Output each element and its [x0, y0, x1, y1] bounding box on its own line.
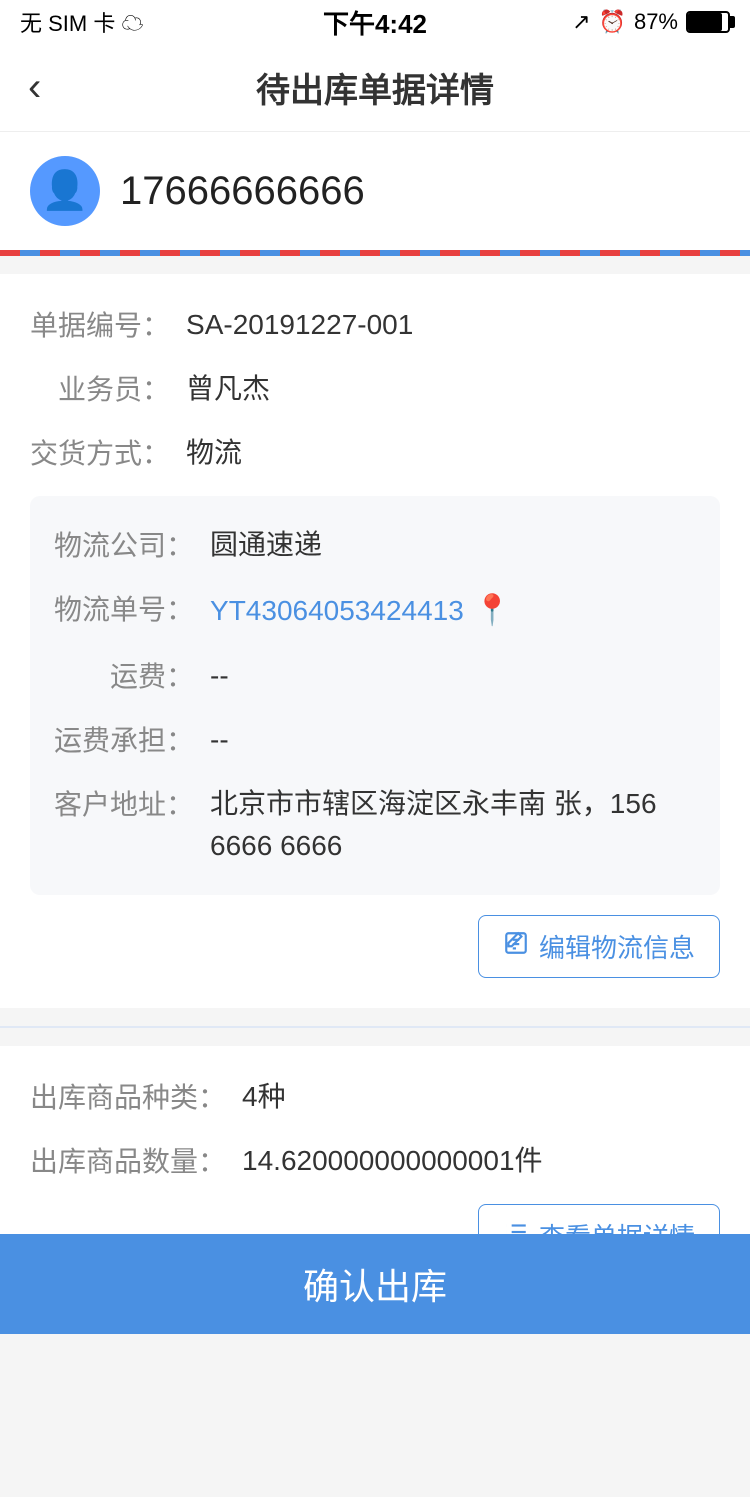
goods-types-label: 出库商品种类： [30, 1076, 226, 1116]
doc-number-label: 单据编号： [30, 304, 170, 344]
tracking-number: YT43064053424413 [210, 590, 464, 632]
battery-label: 87% [634, 9, 678, 35]
salesman-label: 业务员： [30, 368, 170, 408]
tracking-row: 物流单号： YT43064053424413 📍 [54, 588, 696, 633]
freight-bear-value: -- [210, 719, 696, 761]
tracking-value: YT43064053424413 📍 [210, 588, 696, 633]
goods-quantity-row: 出库商品数量： 14.620000000000001件 [30, 1140, 720, 1182]
address-label: 客户地址： [54, 783, 194, 823]
location-status-icon: ↗ [572, 9, 590, 35]
page-title: 待出库单据详情 [256, 63, 494, 112]
doc-number-value: SA-20191227-001 [186, 304, 720, 346]
nav-bar: ‹ 待出库单据详情 [0, 44, 750, 132]
alarm-icon: ⏰ [599, 9, 626, 35]
confirm-outbound-button[interactable]: 确认出库 [0, 1234, 750, 1334]
logistics-company-label: 物流公司： [54, 524, 194, 564]
edit-logistics-label: 编辑物流信息 [539, 928, 695, 965]
goods-types-value: 4种 [242, 1076, 720, 1118]
person-icon: 👤 [41, 169, 88, 213]
freight-label: 运费： [54, 655, 194, 695]
sim-label: 无 SIM 卡 ☁ [20, 6, 143, 38]
basic-info-section: 单据编号： SA-20191227-001 业务员： 曾凡杰 交货方式： 物流 … [0, 274, 750, 1008]
edit-logistics-button[interactable]: 编辑物流信息 [478, 915, 720, 978]
freight-bear-label: 运费承担： [54, 719, 194, 759]
status-right: ↗ ⏰ 87% [572, 9, 730, 35]
address-value: 北京市市辖区海淀区永丰南 张，156 6666 6666 [210, 783, 696, 867]
freight-row: 运费： -- [54, 655, 696, 697]
goods-quantity-label: 出库商品数量： [30, 1140, 226, 1180]
freight-bear-row: 运费承担： -- [54, 719, 696, 761]
goods-quantity-value: 14.620000000000001件 [242, 1140, 720, 1182]
logistics-company-value: 圆通速递 [210, 524, 696, 566]
section-divider [0, 1026, 750, 1028]
edit-icon [503, 930, 529, 963]
freight-value: -- [210, 655, 696, 697]
map-pin-icon[interactable]: 📍 [474, 588, 511, 633]
delivery-method-label: 交货方式： [30, 432, 170, 472]
customer-header: 👤 17666666666 [0, 132, 750, 250]
status-left: 无 SIM 卡 ☁ [20, 6, 143, 38]
goods-types-row: 出库商品种类： 4种 [30, 1076, 720, 1118]
salesman-value: 曾凡杰 [186, 368, 720, 410]
battery-icon [686, 11, 730, 33]
logistics-inner-section: 物流公司： 圆通速递 物流单号： YT43064053424413 📍 运费： … [30, 496, 720, 895]
status-bar: 无 SIM 卡 ☁ 下午4:42 ↗ ⏰ 87% [0, 0, 750, 44]
logistics-company-row: 物流公司： 圆通速递 [54, 524, 696, 566]
avatar: 👤 [30, 156, 100, 226]
salesman-row: 业务员： 曾凡杰 [30, 368, 720, 410]
tracking-label: 物流单号： [54, 588, 194, 628]
customer-phone: 17666666666 [120, 169, 365, 214]
back-button[interactable]: ‹ [28, 65, 41, 110]
confirm-outbound-label: 确认出库 [303, 1258, 447, 1310]
doc-number-row: 单据编号： SA-20191227-001 [30, 304, 720, 346]
delivery-method-value: 物流 [186, 432, 720, 474]
delivery-method-row: 交货方式： 物流 [30, 432, 720, 474]
dashed-divider [0, 250, 750, 256]
address-row: 客户地址： 北京市市辖区海淀区永丰南 张，156 6666 6666 [54, 783, 696, 867]
status-time: 下午4:42 [323, 4, 427, 41]
edit-btn-row: 编辑物流信息 [30, 915, 720, 978]
